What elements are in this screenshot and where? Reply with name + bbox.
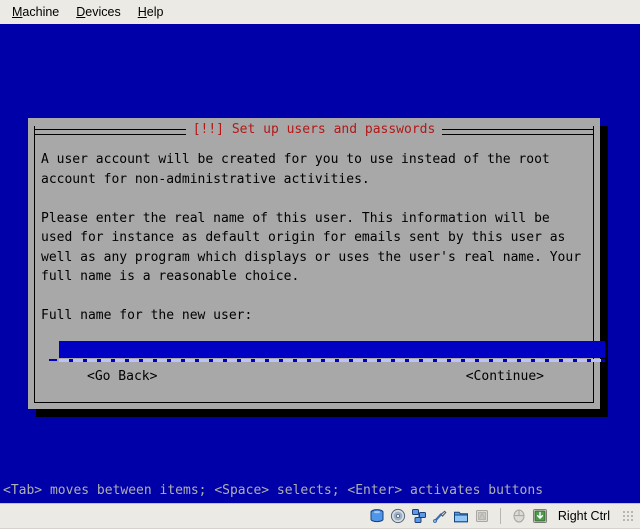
menu-mnemonic-machine: M: [12, 5, 23, 19]
status-bar-icons: Right Ctrl: [369, 508, 634, 524]
full-name-input-row: [41, 340, 605, 363]
dialog-buttons: <Go Back> <Continue>: [41, 368, 590, 385]
shared-folder-icon[interactable]: [453, 508, 469, 524]
resize-grip[interactable]: [622, 510, 634, 522]
vm-display[interactable]: [!!] Set up users and passwords A user a…: [0, 24, 640, 503]
mouse-integration-icon[interactable]: [511, 508, 527, 524]
menu-mnemonic-help: H: [137, 5, 147, 19]
status-bar: Right Ctrl: [0, 503, 640, 528]
dialog-paragraph-1: A user account will be created for you t…: [41, 152, 550, 187]
menu-mnemonic-devices: D: [76, 5, 86, 19]
input-underline: [59, 358, 605, 362]
hard-disk-icon[interactable]: [369, 508, 385, 524]
network-icon[interactable]: [411, 508, 427, 524]
usb-icon[interactable]: [432, 508, 448, 524]
status-bar-separator: [499, 508, 501, 524]
installer-help-bar: <Tab> moves between items; <Space> selec…: [0, 481, 640, 499]
menu-item-machine[interactable]: Machine: [4, 2, 68, 22]
menu-label-help: elp: [146, 5, 164, 19]
menu-label-devices: evices: [85, 5, 121, 19]
go-back-button[interactable]: <Go Back>: [87, 368, 157, 385]
host-key-label: Right Ctrl: [557, 509, 610, 523]
installer-dialog: [!!] Set up users and passwords A user a…: [28, 118, 605, 409]
dialog-paragraph-2: Please enter the real name of this user.…: [41, 210, 582, 285]
menu-label-machine: achine: [22, 5, 60, 19]
dialog-title: [!!] Set up users and passwords: [185, 122, 443, 138]
menu-bar: Machine Devices Help: [0, 0, 640, 24]
menu-item-devices[interactable]: Devices: [68, 2, 129, 22]
continue-button[interactable]: <Continue>: [466, 368, 544, 385]
dialog-body: A user account will be created for you t…: [41, 150, 605, 401]
display-capture-icon[interactable]: [474, 508, 490, 524]
host-key-icon[interactable]: [532, 508, 548, 524]
optical-disk-icon[interactable]: [390, 508, 406, 524]
virtualbox-window: Machine Devices Help [!!] Set up users a…: [0, 0, 640, 528]
menu-item-help[interactable]: Help: [130, 2, 173, 22]
title-rule-left: [34, 125, 186, 135]
full-name-label: Full name for the new user:: [41, 308, 253, 323]
help-bar-text: <Tab> moves between items; <Space> selec…: [3, 483, 544, 498]
title-rule-right: [442, 125, 595, 135]
text-cursor: [49, 358, 57, 361]
full-name-input[interactable]: [59, 340, 605, 358]
dialog-title-bar: [!!] Set up users and passwords: [34, 122, 595, 138]
